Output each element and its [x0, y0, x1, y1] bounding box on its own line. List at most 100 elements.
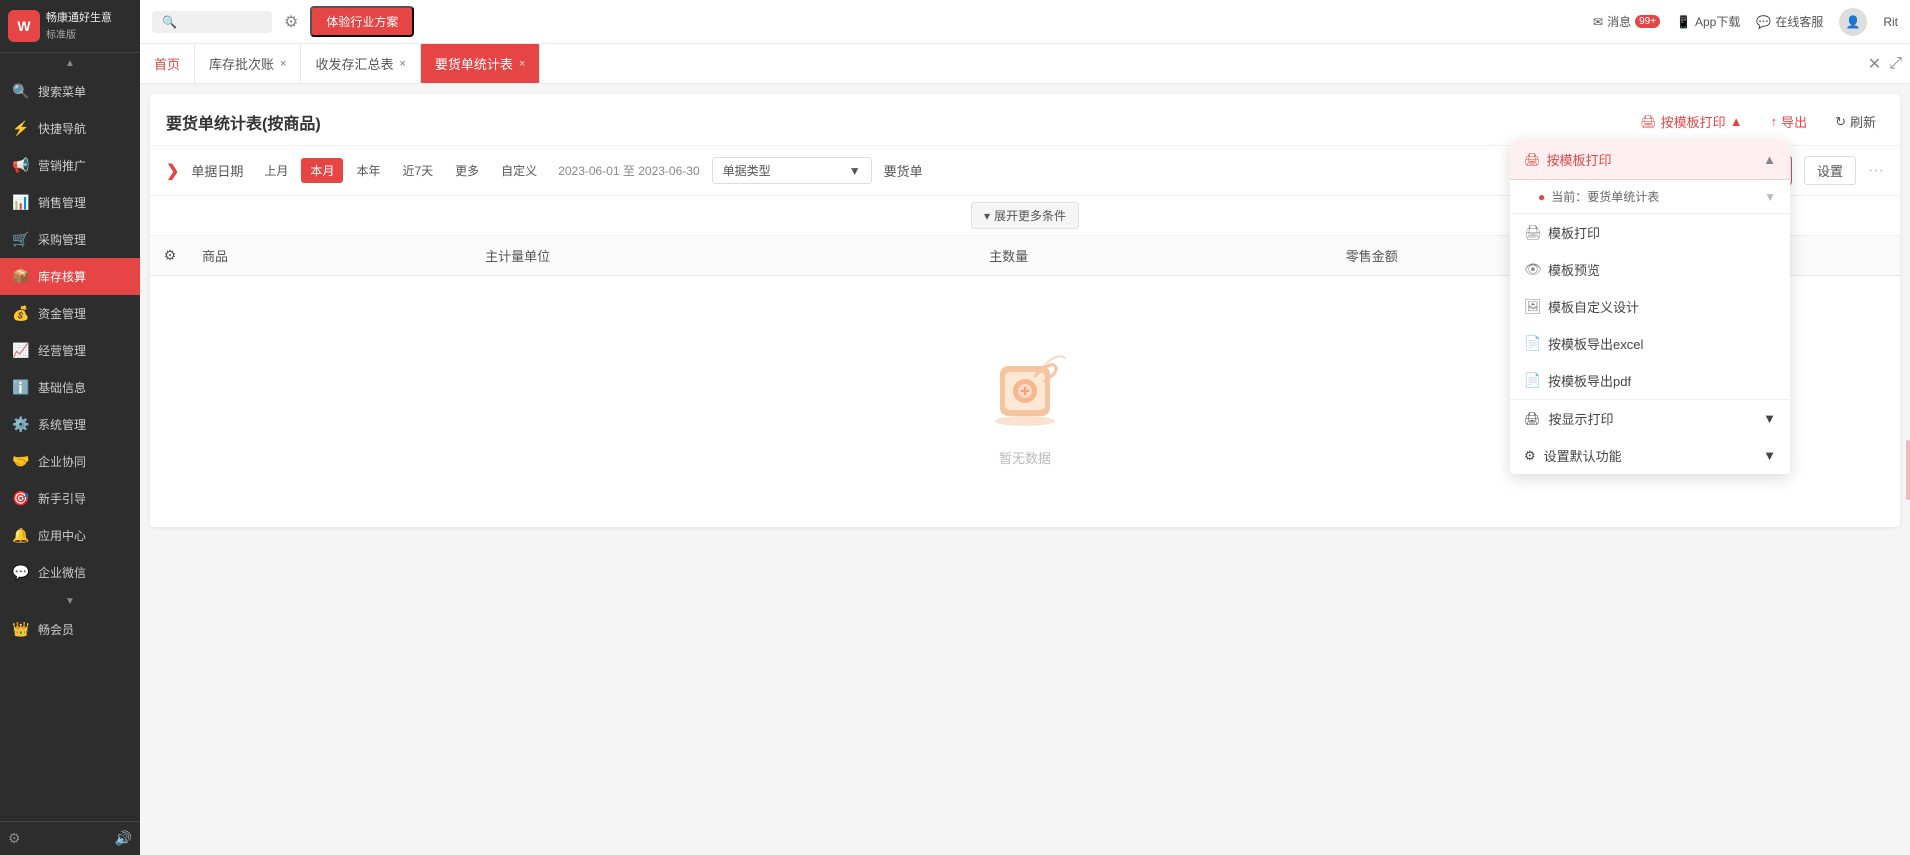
dropdown-item-template-preview[interactable]: 👁 模板预览	[1510, 251, 1790, 288]
sidebar-item-inventory[interactable]: 📦 库存核算	[0, 258, 140, 295]
sidebar-item-search[interactable]: 🔍 搜索菜单	[0, 73, 140, 110]
default-func-icon: ⚙	[1524, 448, 1536, 464]
table-settings-header[interactable]: ⚙	[150, 236, 190, 276]
date-filter-label: 单据日期	[191, 161, 243, 180]
tabs-right-actions: ✕ ⤢	[1868, 54, 1910, 74]
dropdown-item-export-pdf[interactable]: 📄 按模板导出pdf	[1510, 362, 1790, 399]
messages-btn[interactable]: ✉ 消息 99+	[1593, 13, 1660, 30]
tab-order-summary[interactable]: 要货单统计表 ×	[421, 44, 540, 83]
print-template-button[interactable]: 🖨 按模板打印 ▲	[1632, 108, 1750, 135]
sidebar-item-member[interactable]: 👑 畅会员	[0, 611, 140, 648]
sidebar-item-system[interactable]: ⚙️ 系统管理	[0, 406, 140, 443]
sidebar-item-app-center[interactable]: 🔔 应用中心	[0, 517, 140, 554]
sidebar-item-enterprise[interactable]: 🤝 企业协同	[0, 443, 140, 480]
date-btn-custom[interactable]: 自定义	[492, 158, 546, 183]
sidebar-item-label: 采购管理	[38, 231, 128, 248]
page-header-actions: 🖨 按模板打印 ▲ ↑ 导出 ↻ 刷新	[1632, 108, 1884, 135]
sidebar-scroll-up[interactable]: ▲	[0, 53, 140, 73]
type-filter-chevron: ▼	[849, 164, 861, 178]
export-excel-icon: 📄	[1524, 335, 1540, 352]
app-download-label: App下载	[1695, 13, 1740, 30]
dropdown-item-template-design[interactable]: 🖼 模板自定义设计	[1510, 288, 1790, 325]
dropdown-chevron-up-icon[interactable]: ▲	[1763, 152, 1776, 167]
app-version: 标准版	[46, 26, 112, 41]
export-button[interactable]: ↑ 导出	[1763, 108, 1816, 135]
online-service-btn[interactable]: 💬 在线客服	[1756, 13, 1823, 30]
date-btn-more[interactable]: 更多	[446, 158, 488, 183]
date-btn-this-month[interactable]: 本月	[301, 158, 343, 183]
refresh-button[interactable]: ↻ 刷新	[1827, 108, 1884, 135]
sidebar-item-label: 搜索菜单	[38, 83, 128, 100]
tab-label: 库存批次账	[209, 54, 274, 73]
close-tab-batch-accounts[interactable]: ×	[280, 58, 286, 70]
service-icon: 💬	[1756, 15, 1771, 29]
dropdown-title-area: 🖨 按模板打印	[1524, 150, 1612, 169]
expand-more-label: 展开更多条件	[994, 207, 1066, 224]
type-filter-select[interactable]: 单据类型 ▼	[712, 157, 872, 184]
template-design-icon: 🖼	[1524, 298, 1540, 315]
sidebar-item-sales[interactable]: 📊 销售管理	[0, 184, 140, 221]
print-chevron-up-icon: ▲	[1730, 114, 1743, 129]
sidebar-item-label: 应用中心	[38, 527, 128, 544]
guide-icon: 🎯	[12, 490, 30, 507]
tab-label: 要货单统计表	[435, 54, 513, 73]
sidebar-item-quick-nav[interactable]: ⚡ 快捷导航	[0, 110, 140, 147]
tab-collection-summary[interactable]: 收发存汇总表 ×	[301, 44, 420, 83]
date-btn-last-7-days[interactable]: 近7天	[393, 158, 442, 183]
filter-expand-icon-area[interactable]: ❯	[166, 161, 179, 181]
date-btn-last-month[interactable]: 上月	[255, 158, 297, 183]
app-download-btn[interactable]: 📱 App下载	[1676, 13, 1740, 30]
sidebar-scroll-down[interactable]: ▼	[0, 591, 140, 611]
sidebar-item-purchase[interactable]: 🛒 采购管理	[0, 221, 140, 258]
sidebar-sound-btn[interactable]: 🔊	[115, 830, 132, 847]
close-tab-order-summary[interactable]: ×	[519, 58, 525, 70]
export-icon: ↑	[1771, 114, 1778, 129]
system-icon: ⚙️	[12, 416, 30, 433]
sidebar-item-label: 营销推广	[38, 157, 128, 174]
sidebar: W 畅康通好生意 标准版 ▲ 🔍 搜索菜单 ⚡ 快捷导航 📢 营销推广 📊 销售…	[0, 0, 140, 855]
logo-icon: W	[8, 10, 40, 42]
messages-label: 消息	[1607, 13, 1631, 30]
sidebar-item-marketing[interactable]: 📢 营销推广	[0, 147, 140, 184]
dropdown-section-display-print[interactable]: 🖨 按显示打印 ▼	[1510, 400, 1790, 437]
dropdown-current-label: ● 当前：要货单统计表 ▼	[1510, 180, 1790, 213]
settings-button[interactable]: 设置	[1804, 156, 1856, 185]
topbar-search-box[interactable]: 🔍	[152, 11, 272, 33]
topbar-right-actions: ✉ 消息 99+ 📱 App下载 💬 在线客服 👤 Rit	[1593, 8, 1898, 36]
home-tab-label: 首页	[154, 54, 180, 73]
dropdown-item-export-excel[interactable]: 📄 按模板导出excel	[1510, 325, 1790, 362]
sidebar-settings-btn[interactable]: ⚙	[8, 830, 21, 847]
sidebar-item-basic-info[interactable]: ℹ️ 基础信息	[0, 369, 140, 406]
user-avatar[interactable]: 👤	[1839, 8, 1867, 36]
filter-more-icon[interactable]: ···	[1868, 162, 1884, 180]
tab-home[interactable]: 首页	[140, 44, 195, 83]
sidebar-item-finance[interactable]: 💰 资金管理	[0, 295, 140, 332]
dropdown-item-template-print[interactable]: 🖨 模板打印	[1510, 214, 1790, 251]
sidebar-item-wechat[interactable]: 💬 企业微信	[0, 554, 140, 591]
dropdown-section-default-func[interactable]: ⚙ 设置默认功能 ▼	[1510, 437, 1790, 474]
current-chevron-icon[interactable]: ▼	[1764, 190, 1776, 204]
date-range-display: 2023-06-01 至 2023-06-30	[558, 162, 699, 179]
trial-button[interactable]: 体验行业方案	[310, 6, 414, 37]
close-tab-collection-summary[interactable]: ×	[399, 58, 405, 70]
export-excel-label: 按模板导出excel	[1548, 334, 1776, 353]
tab-batch-accounts[interactable]: 库存批次账 ×	[195, 44, 301, 83]
goods-filter-label: 要货单	[884, 161, 923, 180]
date-filter-group: 上月 本月 本年 近7天 更多 自定义	[255, 158, 546, 183]
sidebar-item-label: 企业微信	[38, 564, 128, 581]
print-dropdown-panel: 🖨 按模板打印 ▲ ● 当前：要货单统计表 ▼ 🖨 模板打印	[1510, 140, 1790, 474]
sidebar-item-guide[interactable]: 🎯 新手引导	[0, 480, 140, 517]
scroll-indicator[interactable]	[1906, 440, 1910, 500]
table-header-goods: 商品	[190, 236, 473, 276]
inventory-icon: 📦	[12, 268, 30, 285]
expand-more-conditions-button[interactable]: ▾ 展开更多条件	[971, 202, 1079, 229]
tab-expand-icon[interactable]: ⤢	[1889, 55, 1902, 73]
date-btn-this-year[interactable]: 本年	[347, 158, 389, 183]
tab-close-icon[interactable]: ✕	[1868, 54, 1881, 74]
dropdown-header: 🖨 按模板打印 ▲	[1510, 140, 1790, 180]
sidebar-item-operations[interactable]: 📈 经营管理	[0, 332, 140, 369]
topbar: 🔍 ⚙ 体验行业方案 ✉ 消息 99+ 📱 App下载 💬 在线客服 👤 Rit	[140, 0, 1910, 44]
template-print-icon: 🖨	[1524, 224, 1540, 241]
default-func-left: ⚙ 设置默认功能	[1524, 446, 1622, 465]
settings-gear-icon[interactable]: ⚙	[284, 12, 298, 32]
